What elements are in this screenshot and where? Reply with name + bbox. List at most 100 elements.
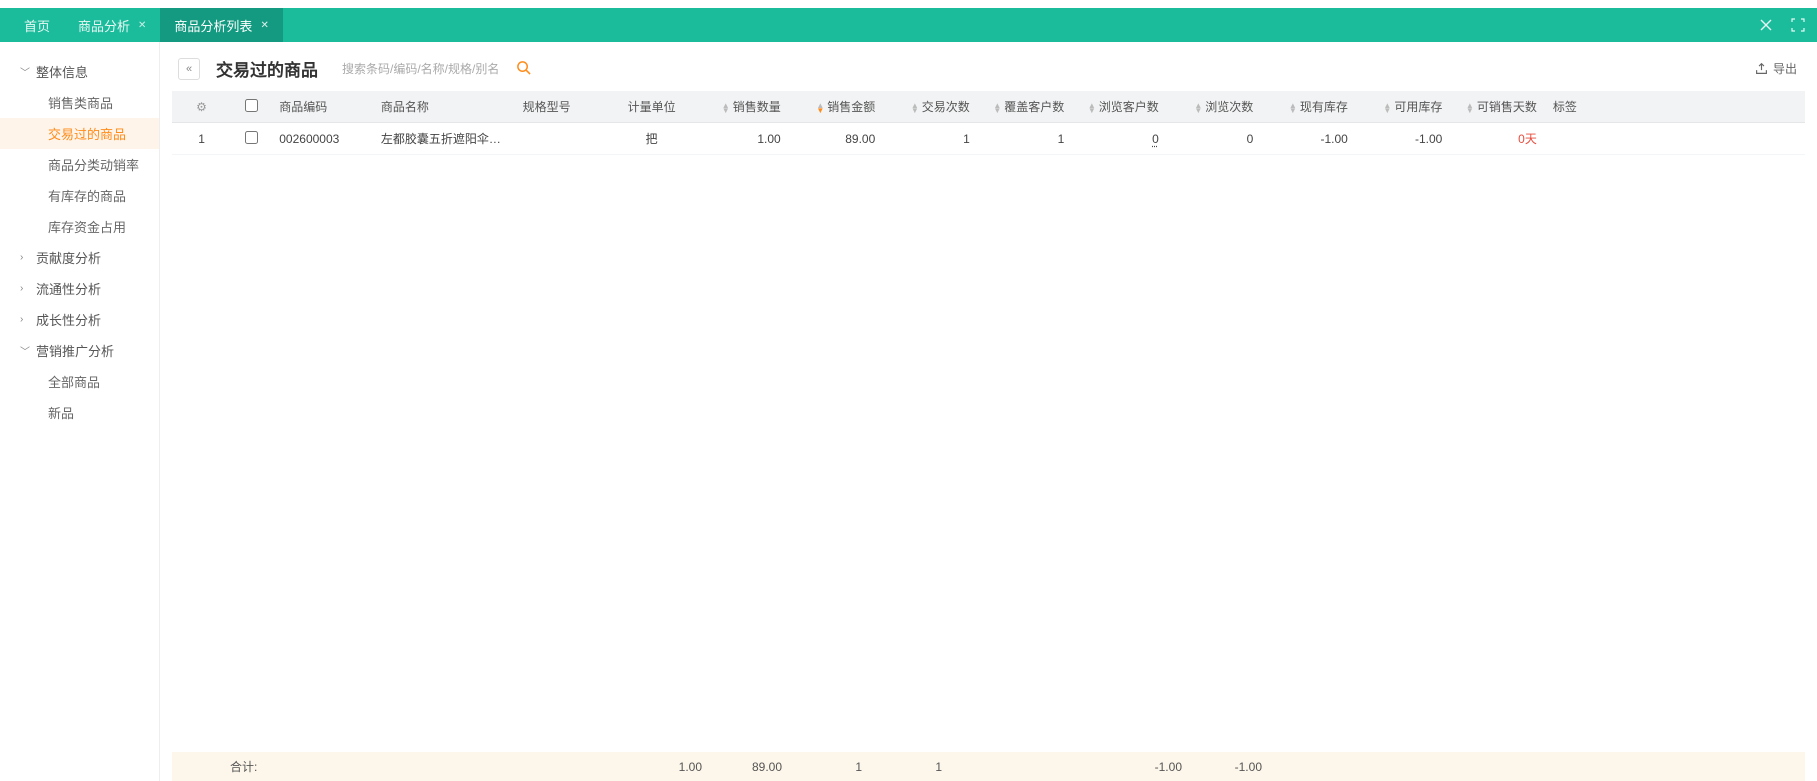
nav-item-4-0[interactable]: 全部商品 [0,366,159,397]
sort-icon: ▲▼ [816,103,824,113]
cell-stock_now: -1.00 [1261,123,1356,155]
table-row[interactable]: 1002600003左都胶囊五折遮阳伞防晒伞;把1.0089.001100-1.… [172,123,1805,155]
col-label: 浏览次数 [1205,100,1253,114]
cell-view_cust: 0 [1072,123,1167,155]
gear-icon[interactable]: ⚙ [196,100,207,114]
col-label: 浏览客户数 [1099,100,1159,114]
col-header-stock_avail[interactable]: ▲▼可用库存 [1356,91,1451,123]
link-view-cust[interactable]: 0 [1152,132,1159,146]
export-button[interactable]: 导出 [1755,60,1797,77]
tab-label: 商品分析列表 [174,16,252,35]
cell-unit: 把 [609,123,694,155]
nav-group-label: 整体信息 [36,62,88,81]
col-header-sale_days[interactable]: ▲▼可销售天数 [1450,91,1545,123]
nav-item-0-1[interactable]: 交易过的商品 [0,118,159,149]
col-header-sale_amt[interactable]: ▲▼销售金额 [789,91,884,123]
tab-0[interactable]: 首页 [10,8,64,42]
collapse-sidebar-button[interactable]: « [178,58,200,80]
nav-group-1[interactable]: ›贡献度分析 [0,242,159,273]
col-label: 商品编码 [279,100,327,114]
close-icon[interactable] [1755,14,1777,36]
page-title: 交易过的商品 [216,56,318,81]
col-label: 计量单位 [628,100,676,114]
nav-group-label: 营销推广分析 [36,341,114,360]
sort-icon: ▲▼ [722,103,730,113]
tab-2[interactable]: 商品分析列表 ✕ [160,8,282,42]
nav-group-label: 流通性分析 [36,279,101,298]
tab-label: 首页 [24,16,50,35]
col-label: 可销售天数 [1477,100,1537,114]
nav-item-4-1[interactable]: 新品 [0,397,159,428]
export-icon [1755,62,1768,75]
chevron-down-icon: ﹀ [20,64,30,79]
chevron-down-icon: ﹀ [20,343,30,358]
cell-view_cnt: 0 [1167,123,1262,155]
col-header-tag: 标签 [1545,91,1805,123]
footer-cust-cnt: 1 [862,760,942,774]
col-label: 销售金额 [827,100,875,114]
nav-group-3[interactable]: ›成长性分析 [0,304,159,335]
cell-name: 左都胶囊五折遮阳伞防晒伞; [373,123,515,155]
footer-sale-qty: 1.00 [622,760,702,774]
nav-item-0-0[interactable]: 销售类商品 [0,87,159,118]
chevron-right-icon: › [20,283,30,294]
nav-item-0-3[interactable]: 有库存的商品 [0,180,159,211]
tab-1[interactable]: 商品分析✕ [64,8,160,42]
nav-item-0-2[interactable]: 商品分类动销率 [0,149,159,180]
col-label: 交易次数 [922,100,970,114]
search-input[interactable] [340,58,510,80]
col-label: 商品名称 [381,100,429,114]
cell-spec [515,123,610,155]
sort-icon: ▲▼ [1088,103,1096,113]
col-label: 销售数量 [733,100,781,114]
cell-sale_qty: 1.00 [694,123,789,155]
sort-icon: ▲▼ [911,103,919,113]
footer-label: 合计: [230,758,350,775]
tab-close-icon[interactable]: ✕ [138,20,146,31]
footer-stock-avail: -1.00 [1182,760,1262,774]
sort-icon: ▲▼ [1289,103,1297,113]
col-header-stock_now[interactable]: ▲▼现有库存 [1261,91,1356,123]
totals-row: 合计:1.0089.0011-1.00-1.00 [172,752,1805,781]
col-label: 标签 [1553,100,1577,114]
chevron-right-icon: › [20,314,30,325]
nav-group-4[interactable]: ﹀ 营销推广分析 [0,335,159,366]
nav-group-2[interactable]: › 流通性分析 [0,273,159,304]
data-table: ⚙商品编码商品名称规格型号计量单位▲▼销售数量▲▼销售金额▲▼交易次数▲▼覆盖客… [172,91,1805,155]
export-label: 导出 [1773,60,1797,77]
col-header-trade_cnt[interactable]: ▲▼交易次数 [883,91,978,123]
cell-tag [1545,123,1805,155]
col-header-view_cust[interactable]: ▲▼浏览客户数 [1072,91,1167,123]
col-header-view_cnt[interactable]: ▲▼浏览次数 [1167,91,1262,123]
cell-stock_avail: -1.00 [1356,123,1451,155]
footer-stock-now: -1.00 [1102,760,1182,774]
cell-sale_amt: 89.00 [789,123,884,155]
sort-icon: ▲▼ [1194,103,1202,113]
col-label: 可用库存 [1394,100,1442,114]
search-icon[interactable] [516,60,531,78]
fullscreen-icon[interactable] [1787,14,1809,36]
nav-group-0[interactable]: ﹀ 整体信息 [0,56,159,87]
table-header-row: ⚙商品编码商品名称规格型号计量单位▲▼销售数量▲▼销售金额▲▼交易次数▲▼覆盖客… [172,91,1805,123]
col-header-code: 商品编码 [271,91,373,123]
col-header-name: 商品名称 [373,91,515,123]
chevron-right-icon: › [20,252,30,263]
cell-trade_cnt: 1 [883,123,978,155]
sort-icon: ▲▼ [993,103,1001,113]
cell-cust_cnt: 1 [978,123,1073,155]
row-checkbox[interactable] [245,131,258,144]
cell-code: 002600003 [271,123,373,155]
col-header-sale_qty[interactable]: ▲▼销售数量 [694,91,789,123]
sort-icon: ▲▼ [1466,103,1474,113]
sort-icon: ▲▼ [1383,103,1391,113]
select-all-checkbox[interactable] [245,99,258,112]
col-header-cust_cnt[interactable]: ▲▼覆盖客户数 [978,91,1073,123]
footer-trade-cnt: 1 [782,760,862,774]
cell-check [231,123,271,155]
col-header-gear: ⚙ [172,91,231,123]
tab-close-icon[interactable]: ✕ [260,20,268,31]
col-header-spec: 规格型号 [515,91,610,123]
col-label: 规格型号 [523,100,571,114]
cell-gear: 1 [172,123,231,155]
nav-item-0-4[interactable]: 库存资金占用 [0,211,159,242]
